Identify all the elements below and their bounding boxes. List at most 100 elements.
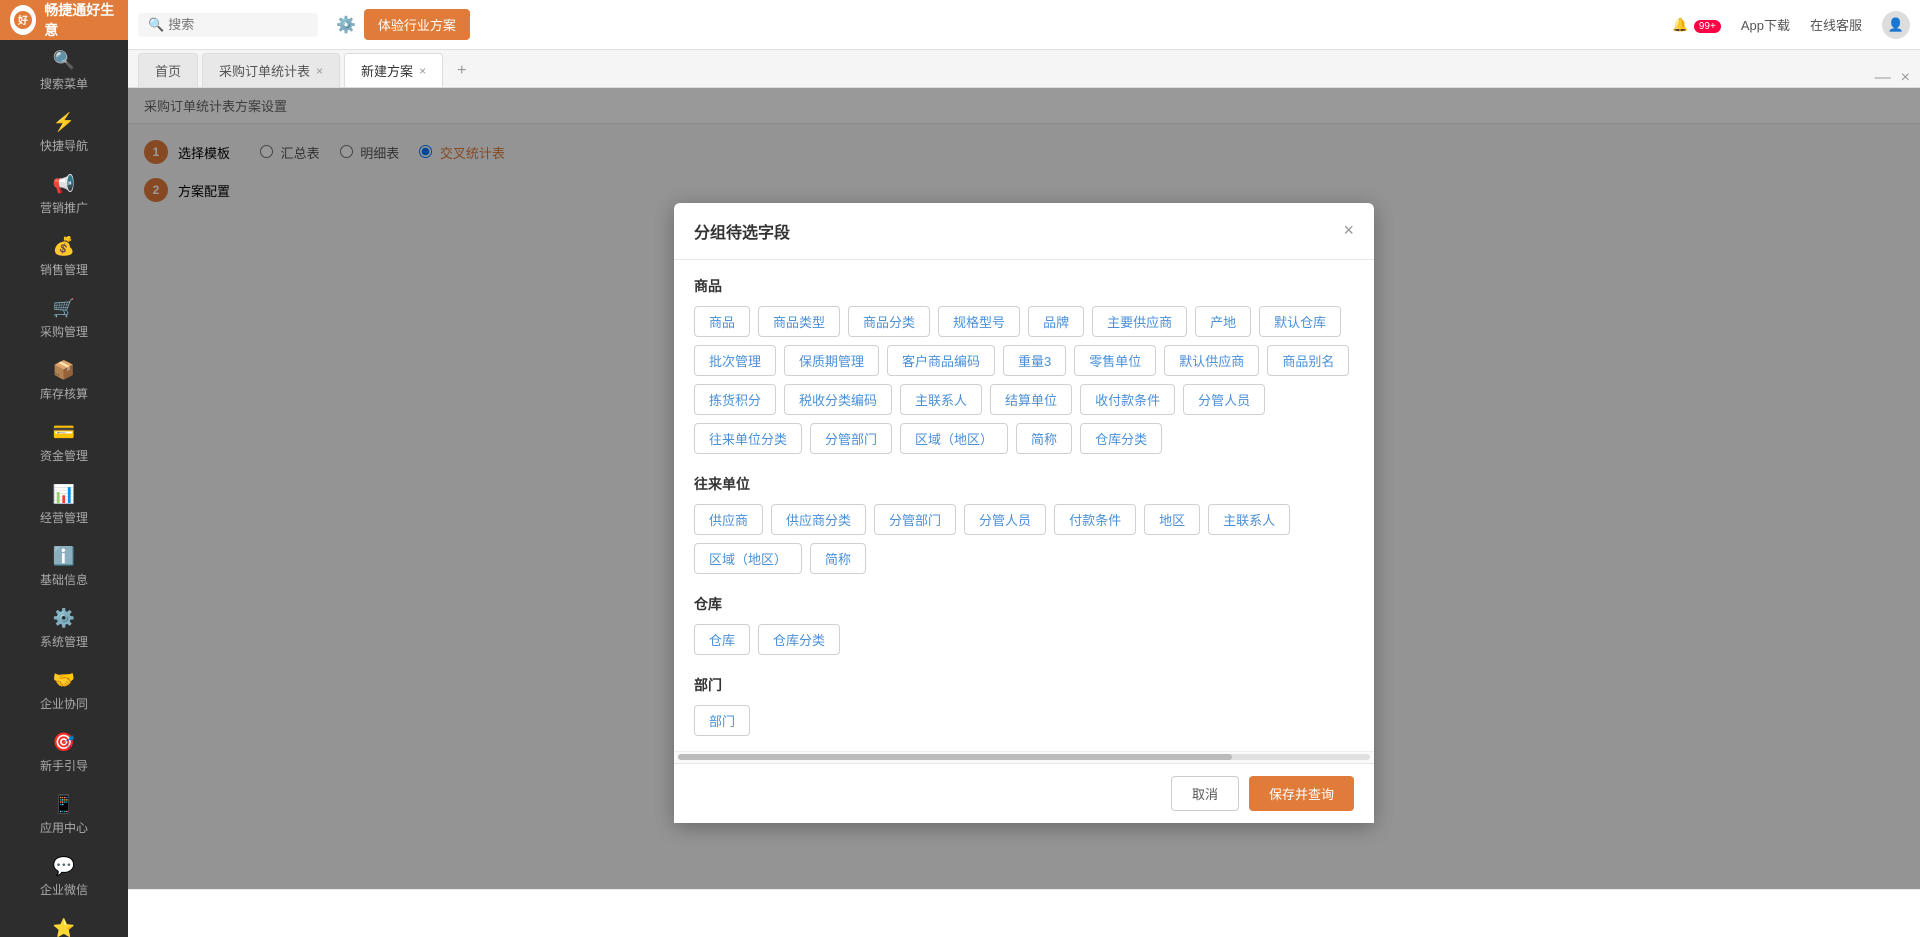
field-tag[interactable]: 商品分类 [848, 306, 930, 337]
trial-btn[interactable]: 体验行业方案 [364, 9, 470, 40]
tab-purchase-stats[interactable]: 采购订单统计表 × [202, 53, 340, 87]
sidebar-item-finance[interactable]: 💳 资金管理 [0, 412, 128, 474]
sidebar-item-system[interactable]: ⚙️ 系统管理 [0, 598, 128, 660]
search-input[interactable] [168, 17, 288, 32]
sidebar-item-cooperation[interactable]: 🤝 企业协同 [0, 660, 128, 722]
department-field-tags: 部门 [694, 705, 1354, 736]
sidebar-item-enterprise-wx[interactable]: 💬 企业微信 [0, 846, 128, 908]
field-tag[interactable]: 仓库分类 [1080, 423, 1162, 454]
field-tag[interactable]: 收付款条件 [1080, 384, 1175, 415]
field-tag[interactable]: 产地 [1195, 306, 1251, 337]
sidebar-item-label: 资金管理 [40, 447, 88, 464]
sidebar-item-inventory[interactable]: 📦 库存核算 [0, 350, 128, 412]
field-tag[interactable]: 简称 [1016, 423, 1072, 454]
field-tag[interactable]: 批次管理 [694, 345, 776, 376]
field-tag[interactable]: 结算单位 [990, 384, 1072, 415]
modal-overlay: 分组待选字段 × 商品 商品 商品类型 商品分类 规格型号 品牌 主要供应商 产… [128, 88, 1920, 937]
modal-body[interactable]: 商品 商品 商品类型 商品分类 规格型号 品牌 主要供应商 产地 默认仓库 批次… [674, 260, 1374, 752]
field-tag[interactable]: 客户商品编码 [887, 345, 995, 376]
sidebar-item-label: 库存核算 [40, 385, 88, 402]
field-tag[interactable]: 部门 [694, 705, 750, 736]
field-tag[interactable]: 默认仓库 [1259, 306, 1341, 337]
settings-icon[interactable]: ⚙️ [336, 15, 356, 35]
section-partner-title: 往来单位 [694, 474, 1354, 494]
sidebar-item-label: 新手引导 [40, 757, 88, 774]
field-tag[interactable]: 区域（地区） [900, 423, 1008, 454]
sidebar-item-vip[interactable]: ⭐ 畅会员 [0, 908, 128, 937]
sidebar-item-operations[interactable]: 📊 经营管理 [0, 474, 128, 536]
field-tag[interactable]: 分管部门 [810, 423, 892, 454]
sidebar-item-app-center[interactable]: 📱 应用中心 [0, 784, 128, 846]
field-tag[interactable]: 仓库分类 [758, 624, 840, 655]
sidebar-item-label: 销售管理 [40, 261, 88, 278]
field-tag[interactable]: 分管人员 [964, 504, 1046, 535]
notification-area[interactable]: 🔔 99+ [1672, 17, 1721, 33]
user-avatar[interactable]: 👤 [1882, 11, 1910, 39]
field-tag[interactable]: 零售单位 [1074, 345, 1156, 376]
sidebar-item-search[interactable]: 🔍 搜索菜单 [0, 40, 128, 102]
field-select-modal: 分组待选字段 × 商品 商品 商品类型 商品分类 规格型号 品牌 主要供应商 产… [674, 203, 1374, 823]
app-download-link[interactable]: App下载 [1741, 15, 1790, 34]
app-logo: 好 畅捷通好生意 [0, 0, 128, 40]
field-tag[interactable]: 品牌 [1028, 306, 1084, 337]
sidebar-item-marketing[interactable]: 📢 营销推广 [0, 164, 128, 226]
tab-new-plan[interactable]: 新建方案 × [344, 53, 443, 87]
quick-nav-icon: ⚡ [53, 112, 75, 133]
sidebar-item-label: 经营管理 [40, 509, 88, 526]
cancel-button[interactable]: 取消 [1171, 776, 1239, 811]
sidebar-item-label: 搜索菜单 [40, 75, 88, 92]
header-search-box[interactable]: 🔍 [138, 13, 318, 37]
field-tag[interactable]: 往来单位分类 [694, 423, 802, 454]
field-tag[interactable]: 商品别名 [1267, 345, 1349, 376]
field-tag[interactable]: 付款条件 [1054, 504, 1136, 535]
field-tag[interactable]: 商品类型 [758, 306, 840, 337]
sidebar-item-basic-info[interactable]: ℹ️ 基础信息 [0, 536, 128, 598]
sidebar-item-label: 采购管理 [40, 323, 88, 340]
sidebar-item-purchase[interactable]: 🛒 采购管理 [0, 288, 128, 350]
field-tag[interactable]: 重量3 [1003, 345, 1066, 376]
field-tag[interactable]: 规格型号 [938, 306, 1020, 337]
field-tag[interactable]: 主联系人 [900, 384, 982, 415]
field-tag[interactable]: 区域（地区） [694, 543, 802, 574]
marketing-icon: 📢 [53, 174, 75, 195]
field-tag[interactable]: 供应商分类 [771, 504, 866, 535]
enterprise-wx-icon: 💬 [53, 856, 75, 877]
window-minimize-btn[interactable]: — [1875, 69, 1891, 87]
field-tag[interactable]: 默认供应商 [1164, 345, 1259, 376]
sidebar-item-label: 基础信息 [40, 571, 88, 588]
tab-add-button[interactable]: + [447, 55, 476, 87]
modal-header: 分组待选字段 × [674, 203, 1374, 260]
sidebar-item-quick-nav[interactable]: ⚡ 快捷导航 [0, 102, 128, 164]
field-tag[interactable]: 简称 [810, 543, 866, 574]
tab-close-purchase-stats[interactable]: × [316, 64, 323, 78]
sidebar-item-sales[interactable]: 💰 销售管理 [0, 226, 128, 288]
field-tag[interactable]: 商品 [694, 306, 750, 337]
modal-horizontal-scroll[interactable] [674, 751, 1374, 762]
cooperation-icon: 🤝 [53, 670, 75, 691]
sidebar: 好 畅捷通好生意 🔍 搜索菜单 ⚡ 快捷导航 📢 营销推广 💰 销售管理 🛒 采… [0, 0, 128, 937]
field-tag[interactable]: 分管部门 [874, 504, 956, 535]
logo-icon: 好 [10, 5, 36, 35]
sidebar-item-guide[interactable]: 🎯 新手引导 [0, 722, 128, 784]
sidebar-item-label: 企业协同 [40, 695, 88, 712]
tab-home[interactable]: 首页 [138, 53, 198, 87]
section-partner: 往来单位 供应商 供应商分类 分管部门 分管人员 付款条件 地区 主联系人 区域… [694, 474, 1354, 574]
field-tag[interactable]: 供应商 [694, 504, 763, 535]
save-button[interactable]: 保存并查询 [1249, 776, 1354, 811]
field-tag[interactable]: 主要供应商 [1092, 306, 1187, 337]
online-service-link[interactable]: 在线客服 [1810, 15, 1862, 34]
modal-footer: 取消 保存并查询 [674, 763, 1374, 823]
section-product-title: 商品 [694, 276, 1354, 296]
svg-text:好: 好 [17, 14, 28, 27]
section-department: 部门 部门 [694, 675, 1354, 736]
field-tag[interactable]: 地区 [1144, 504, 1200, 535]
field-tag[interactable]: 税收分类编码 [784, 384, 892, 415]
field-tag[interactable]: 拣货积分 [694, 384, 776, 415]
field-tag[interactable]: 仓库 [694, 624, 750, 655]
window-close-btn[interactable]: × [1901, 69, 1910, 87]
field-tag[interactable]: 保质期管理 [784, 345, 879, 376]
modal-close-button[interactable]: × [1343, 220, 1354, 241]
field-tag[interactable]: 分管人员 [1183, 384, 1265, 415]
tab-close-new-plan[interactable]: × [419, 64, 426, 78]
field-tag[interactable]: 主联系人 [1208, 504, 1290, 535]
